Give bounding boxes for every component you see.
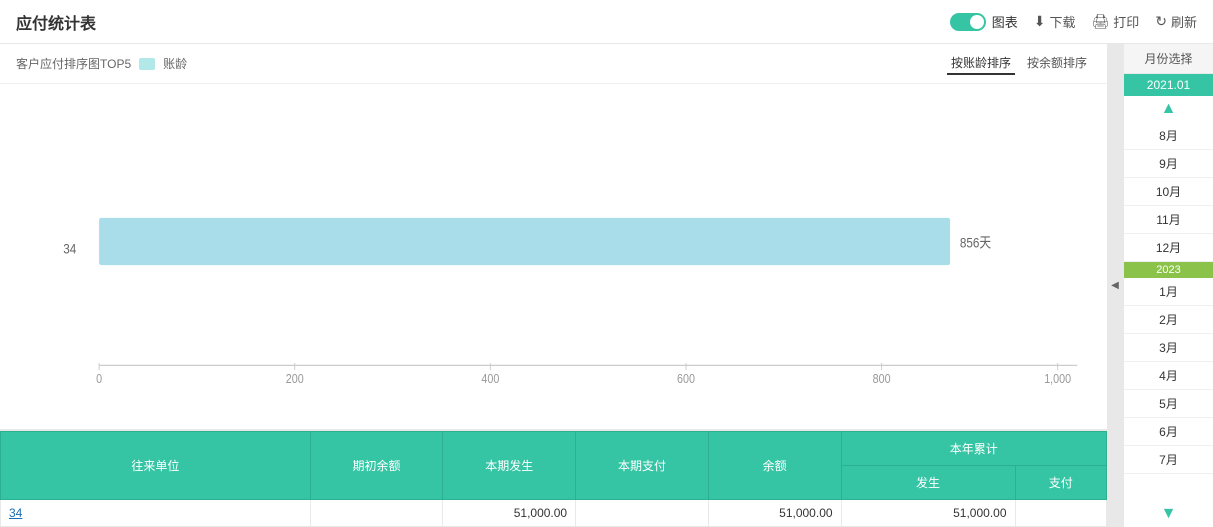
sidebar-month-10[interactable]: 10月 xyxy=(1124,178,1213,206)
refresh-button[interactable]: ↻ 刷新 xyxy=(1155,12,1197,31)
chart-header: 客户应付排序图TOP5 账龄 按账龄排序 按余额排序 xyxy=(0,44,1107,84)
svg-text:1,000: 1,000 xyxy=(1044,371,1071,386)
svg-text:600: 600 xyxy=(677,371,695,386)
sidebar-header: 月份选择 xyxy=(1124,44,1213,74)
chart-bar xyxy=(99,218,950,265)
sort-by-balance-button[interactable]: 按余额排序 xyxy=(1023,52,1091,75)
svg-text:200: 200 xyxy=(286,371,304,386)
sidebar-month-9[interactable]: 9月 xyxy=(1124,150,1213,178)
sidebar-collapse-arrow[interactable]: ◀ xyxy=(1107,44,1123,527)
cell-unit[interactable]: 34 xyxy=(1,500,311,527)
chart-panel: 客户应付排序图TOP5 账龄 按账龄排序 按余额排序 34 856天 xyxy=(0,44,1107,527)
sidebar-month-12[interactable]: 12月 xyxy=(1124,234,1213,262)
sidebar: 月份选择 2021.01 ▲ 8月 9月 10月 11月 12月 2023 1月… xyxy=(1123,44,1213,527)
cell-opening xyxy=(310,500,443,527)
col-header-opening: 期初余额 xyxy=(310,432,443,500)
sidebar-month-1[interactable]: 1月 xyxy=(1124,278,1213,306)
chart-area: 34 856天 0 200 400 600 800 1,000 xyxy=(0,84,1107,429)
y-axis-label: 34 xyxy=(63,240,76,256)
svg-text:800: 800 xyxy=(873,371,891,386)
chart-sort: 按账龄排序 按余额排序 xyxy=(947,52,1091,75)
table-wrap: 往来单位 期初余额 本期发生 本期支付 余额 本年累计 发生 支付 xyxy=(0,431,1107,527)
sidebar-month-3[interactable]: 3月 xyxy=(1124,334,1213,362)
cell-balance: 51,000.00 xyxy=(708,500,841,527)
col-header-ytd-pay: 支付 xyxy=(1015,466,1107,500)
sidebar-scroll-down[interactable]: ▼ xyxy=(1124,501,1213,527)
sidebar-wrapper: ◀ 月份选择 2021.01 ▲ 8月 9月 10月 11月 12月 2023 … xyxy=(1107,44,1213,527)
col-header-occur: 本期发生 xyxy=(443,432,576,500)
print-icon: 🖨 xyxy=(1091,13,1109,30)
sidebar-scroll: 8月 9月 10月 11月 12月 2023 1月 2月 3月 4月 5月 6月… xyxy=(1124,122,1213,501)
col-header-ytd-occur: 发生 xyxy=(841,466,1015,500)
toggle-label: 图表 xyxy=(992,12,1018,31)
cell-ytd-occur: 51,000.00 xyxy=(841,500,1015,527)
app-header: 应付统计表 图表 ⬇ 下载 🖨 打印 ↻ 刷新 xyxy=(0,0,1213,44)
legend-text: 客户应付排序图TOP5 xyxy=(16,55,131,72)
header-actions: 图表 ⬇ 下载 🖨 打印 ↻ 刷新 xyxy=(950,12,1197,31)
table-area: 往来单位 期初余额 本期发生 本期支付 余额 本年累计 发生 支付 xyxy=(0,429,1107,527)
data-table: 往来单位 期初余额 本期发生 本期支付 余额 本年累计 发生 支付 xyxy=(0,431,1107,527)
sidebar-month-4[interactable]: 4月 xyxy=(1124,362,1213,390)
sidebar-year-label: 2023 xyxy=(1124,262,1213,278)
col-header-ytd: 本年累计 xyxy=(841,432,1106,466)
svg-text:400: 400 xyxy=(481,371,499,386)
cell-occur: 51,000.00 xyxy=(443,500,576,527)
sidebar-year-display: 2021.01 xyxy=(1124,74,1213,96)
col-header-balance: 余额 xyxy=(708,432,841,500)
download-button[interactable]: ⬇ 下载 xyxy=(1034,12,1076,31)
chart-legend: 客户应付排序图TOP5 账龄 xyxy=(16,55,187,72)
legend-box xyxy=(139,58,155,70)
sidebar-scroll-up[interactable]: ▲ xyxy=(1124,96,1213,122)
sidebar-month-2[interactable]: 2月 xyxy=(1124,306,1213,334)
sidebar-month-5[interactable]: 5月 xyxy=(1124,390,1213,418)
legend-box-label: 账龄 xyxy=(163,55,187,72)
sidebar-month-8[interactable]: 8月 xyxy=(1124,122,1213,150)
refresh-icon: ↻ xyxy=(1155,13,1167,30)
sidebar-month-7[interactable]: 7月 xyxy=(1124,446,1213,474)
sidebar-month-11[interactable]: 11月 xyxy=(1124,206,1213,234)
cell-ytd-pay xyxy=(1015,500,1107,527)
toggle-thumb xyxy=(970,15,984,29)
svg-text:0: 0 xyxy=(96,371,102,386)
col-header-unit: 往来单位 xyxy=(1,432,311,500)
bar-end-label: 856天 xyxy=(960,234,991,250)
download-icon: ⬇ xyxy=(1034,13,1046,30)
chart-toggle[interactable] xyxy=(950,13,986,31)
table-row: 34 51,000.00 51,000.00 51,000.00 xyxy=(1,500,1107,527)
sidebar-month-6[interactable]: 6月 xyxy=(1124,418,1213,446)
main-content: 客户应付排序图TOP5 账龄 按账龄排序 按余额排序 34 856天 xyxy=(0,44,1213,527)
chart-toggle-wrap[interactable]: 图表 xyxy=(950,12,1018,31)
page-title: 应付统计表 xyxy=(16,10,96,34)
cell-pay xyxy=(576,500,709,527)
col-header-pay: 本期支付 xyxy=(576,432,709,500)
print-button[interactable]: 🖨 打印 xyxy=(1091,12,1139,31)
sort-by-age-button[interactable]: 按账龄排序 xyxy=(947,52,1015,75)
chart-svg: 34 856天 0 200 400 600 800 1,000 xyxy=(60,94,1087,389)
